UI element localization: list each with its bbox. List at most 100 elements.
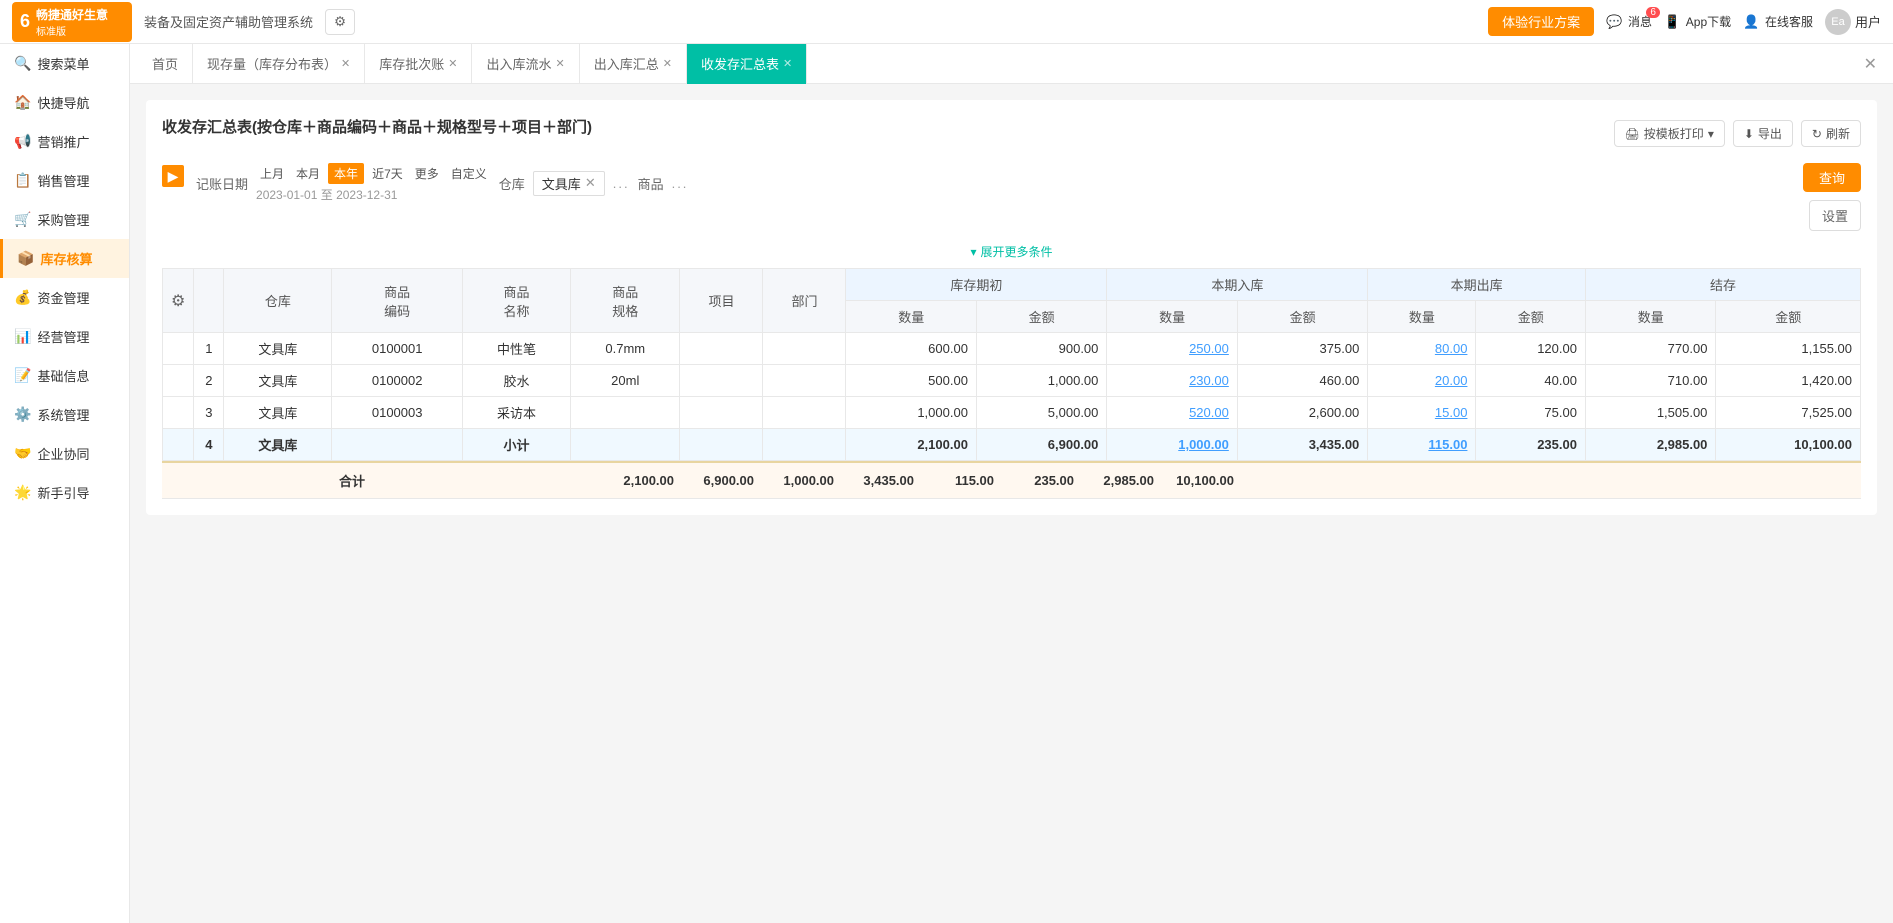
row-in-amt: 375.00 bbox=[1237, 333, 1367, 365]
goods-more-btn[interactable]: ... bbox=[672, 176, 689, 191]
online-service-area[interactable]: 👤 在线客服 bbox=[1743, 13, 1813, 30]
inventory-icon: 📦 bbox=[17, 250, 34, 267]
col-settings-icon[interactable]: ⚙ bbox=[171, 293, 185, 310]
table-col-name-header: 商品名称 bbox=[462, 269, 570, 333]
expand-more-btn[interactable]: ▾ 展开更多条件 bbox=[162, 243, 1861, 260]
sidebar-item-newbie[interactable]: 🌟 新手引导 bbox=[0, 473, 129, 512]
row-in-qty[interactable]: 230.00 bbox=[1107, 365, 1237, 397]
tab-recv-send-summary[interactable]: 收发存汇总表 ✕ bbox=[687, 44, 807, 84]
date-btn-last-month[interactable]: 上月 bbox=[256, 163, 288, 184]
top-header: 6 畅捷通好生意 标准版 装备及固定资产辅助管理系统 ⚙ 体验行业方案 💬 6 … bbox=[0, 0, 1893, 44]
content-area: 首页 现存量（库存分布表） ✕ 库存批次账 ✕ 出入库流水 ✕ 出入库汇总 ✕ … bbox=[130, 44, 1893, 923]
row-out-amt: 120.00 bbox=[1476, 333, 1586, 365]
filter-row: 记账日期 上月 本月 本年 近7天 更多 自定义 2023-01-01 至 20… bbox=[196, 163, 1791, 203]
sidebar-item-operation[interactable]: 📊 经营管理 bbox=[0, 317, 129, 356]
query-btn[interactable]: 查询 bbox=[1803, 163, 1861, 192]
row-bal-amt: 7,525.00 bbox=[1716, 397, 1861, 429]
sidebar-item-basic[interactable]: 📝 基础信息 bbox=[0, 356, 129, 395]
sidebar-item-finance[interactable]: 💰 资金管理 bbox=[0, 278, 129, 317]
table-subhead-bal-amt: 金额 bbox=[1716, 301, 1861, 333]
row-in-amt: 2,600.00 bbox=[1237, 397, 1367, 429]
tab-inout-flow-close[interactable]: ✕ bbox=[556, 57, 565, 70]
notification-area[interactable]: 💬 6 消息 bbox=[1606, 13, 1652, 30]
warehouse-value: 文具库 bbox=[542, 174, 581, 193]
date-btn-custom[interactable]: 自定义 bbox=[447, 163, 491, 184]
sidebar-item-inventory[interactable]: 📦 库存核算 bbox=[0, 239, 129, 278]
row-out-qty[interactable]: 115.00 bbox=[1368, 429, 1476, 461]
refresh-btn[interactable]: ↻ 刷新 bbox=[1801, 120, 1861, 147]
tab-inout-summary[interactable]: 出入库汇总 ✕ bbox=[580, 44, 687, 84]
date-btn-this-month[interactable]: 本月 bbox=[292, 163, 324, 184]
user-area[interactable]: Ea 用户 bbox=[1825, 9, 1881, 35]
expand-more-icon: ▾ bbox=[970, 245, 976, 259]
footer-bal-qty: 2,985.00 bbox=[1082, 473, 1162, 488]
footer-init-qty: 2,100.00 bbox=[602, 473, 682, 488]
sidebar-item-sales[interactable]: 📋 销售管理 bbox=[0, 161, 129, 200]
date-btn-more[interactable]: 更多 bbox=[411, 163, 443, 184]
table-col-spec-header: 商品规格 bbox=[571, 269, 680, 333]
table-col-no-header bbox=[194, 269, 224, 333]
sidebar-item-quick-nav[interactable]: 🏠 快捷导航 bbox=[0, 83, 129, 122]
sidebar-item-purchase[interactable]: 🛒 采购管理 bbox=[0, 200, 129, 239]
date-btn-this-year[interactable]: 本年 bbox=[328, 163, 364, 184]
row-dept bbox=[763, 429, 846, 461]
row-settings bbox=[163, 397, 194, 429]
sidebar-item-system[interactable]: ⚙️ 系统管理 bbox=[0, 395, 129, 434]
tab-inout-flow[interactable]: 出入库流水 ✕ bbox=[472, 44, 579, 84]
warehouse-more-btn[interactable]: ... bbox=[613, 176, 630, 191]
table-row: 3文具库0100003采访本1,000.005,000.00520.002,60… bbox=[163, 397, 1861, 429]
row-in-qty[interactable]: 520.00 bbox=[1107, 397, 1237, 429]
tab-recv-send-summary-close[interactable]: ✕ bbox=[783, 57, 792, 70]
app-download-area[interactable]: 📱 App下载 bbox=[1664, 13, 1731, 30]
sidebar-label-quick-nav: 快捷导航 bbox=[37, 93, 89, 112]
export-btn[interactable]: ⬇ 导出 bbox=[1733, 120, 1793, 147]
row-init-amt: 6,900.00 bbox=[976, 429, 1106, 461]
tab-batch-ledger[interactable]: 库存批次账 ✕ bbox=[365, 44, 472, 84]
filter-toggle-btn[interactable]: ▶ bbox=[162, 165, 184, 187]
tab-close-all[interactable]: ✕ bbox=[1856, 54, 1885, 74]
footer-init-amt: 6,900.00 bbox=[682, 473, 762, 488]
logo-area: 6 畅捷通好生意 标准版 bbox=[12, 2, 132, 42]
row-in-qty[interactable]: 250.00 bbox=[1107, 333, 1237, 365]
row-code: 0100002 bbox=[332, 365, 462, 397]
row-out-qty[interactable]: 15.00 bbox=[1368, 397, 1476, 429]
tab-batch-ledger-close[interactable]: ✕ bbox=[448, 57, 457, 70]
tab-inout-summary-label: 出入库汇总 bbox=[594, 54, 659, 73]
row-out-qty[interactable]: 80.00 bbox=[1368, 333, 1476, 365]
sidebar-label-operation: 经营管理 bbox=[37, 327, 89, 346]
table-col-project-header: 项目 bbox=[680, 269, 763, 333]
tab-batch-ledger-label: 库存批次账 bbox=[379, 54, 444, 73]
sidebar-label-corp: 企业协同 bbox=[37, 444, 89, 463]
date-btn-7days[interactable]: 近7天 bbox=[368, 163, 407, 184]
tab-stock-dist-label: 现存量（库存分布表） bbox=[207, 54, 337, 73]
newbie-icon: 🌟 bbox=[14, 484, 31, 501]
tab-stock-dist[interactable]: 现存量（库存分布表） ✕ bbox=[193, 44, 365, 84]
table-subhead-init-qty: 数量 bbox=[846, 301, 976, 333]
row-in-qty[interactable]: 1,000.00 bbox=[1107, 429, 1237, 461]
table-col-dept-header: 部门 bbox=[763, 269, 846, 333]
row-name: 采访本 bbox=[462, 397, 570, 429]
row-warehouse: 文具库 bbox=[224, 365, 332, 397]
warehouse-remove-btn[interactable]: ✕ bbox=[585, 175, 596, 191]
tab-home[interactable]: 首页 bbox=[138, 44, 193, 84]
row-init-amt: 1,000.00 bbox=[976, 365, 1106, 397]
avatar: Ea bbox=[1825, 9, 1851, 35]
print-btn[interactable]: 🖨 按模板打印 ▾ bbox=[1614, 120, 1725, 147]
row-out-qty[interactable]: 20.00 bbox=[1368, 365, 1476, 397]
sidebar-item-corp[interactable]: 🤝 企业协同 bbox=[0, 434, 129, 473]
row-bal-qty: 2,985.00 bbox=[1585, 429, 1715, 461]
sidebar-label-inventory: 库存核算 bbox=[40, 249, 92, 268]
tab-stock-dist-close[interactable]: ✕ bbox=[341, 57, 350, 70]
experience-btn[interactable]: 体验行业方案 bbox=[1488, 7, 1594, 36]
gear-button[interactable]: ⚙ bbox=[325, 9, 355, 35]
sidebar-item-search[interactable]: 🔍 搜索菜单 bbox=[0, 44, 129, 83]
goods-filter-label: 商品 bbox=[638, 174, 664, 193]
sidebar-item-marketing[interactable]: 📢 营销推广 bbox=[0, 122, 129, 161]
table-col-settings-header[interactable]: ⚙ bbox=[163, 269, 194, 333]
setting-btn[interactable]: 设置 bbox=[1809, 200, 1861, 231]
expand-more-label: 展开更多条件 bbox=[981, 243, 1053, 260]
row-project bbox=[680, 365, 763, 397]
tab-inout-summary-close[interactable]: ✕ bbox=[663, 57, 672, 70]
system-icon: ⚙️ bbox=[14, 406, 31, 423]
footer-out-amt: 235.00 bbox=[1002, 473, 1082, 488]
